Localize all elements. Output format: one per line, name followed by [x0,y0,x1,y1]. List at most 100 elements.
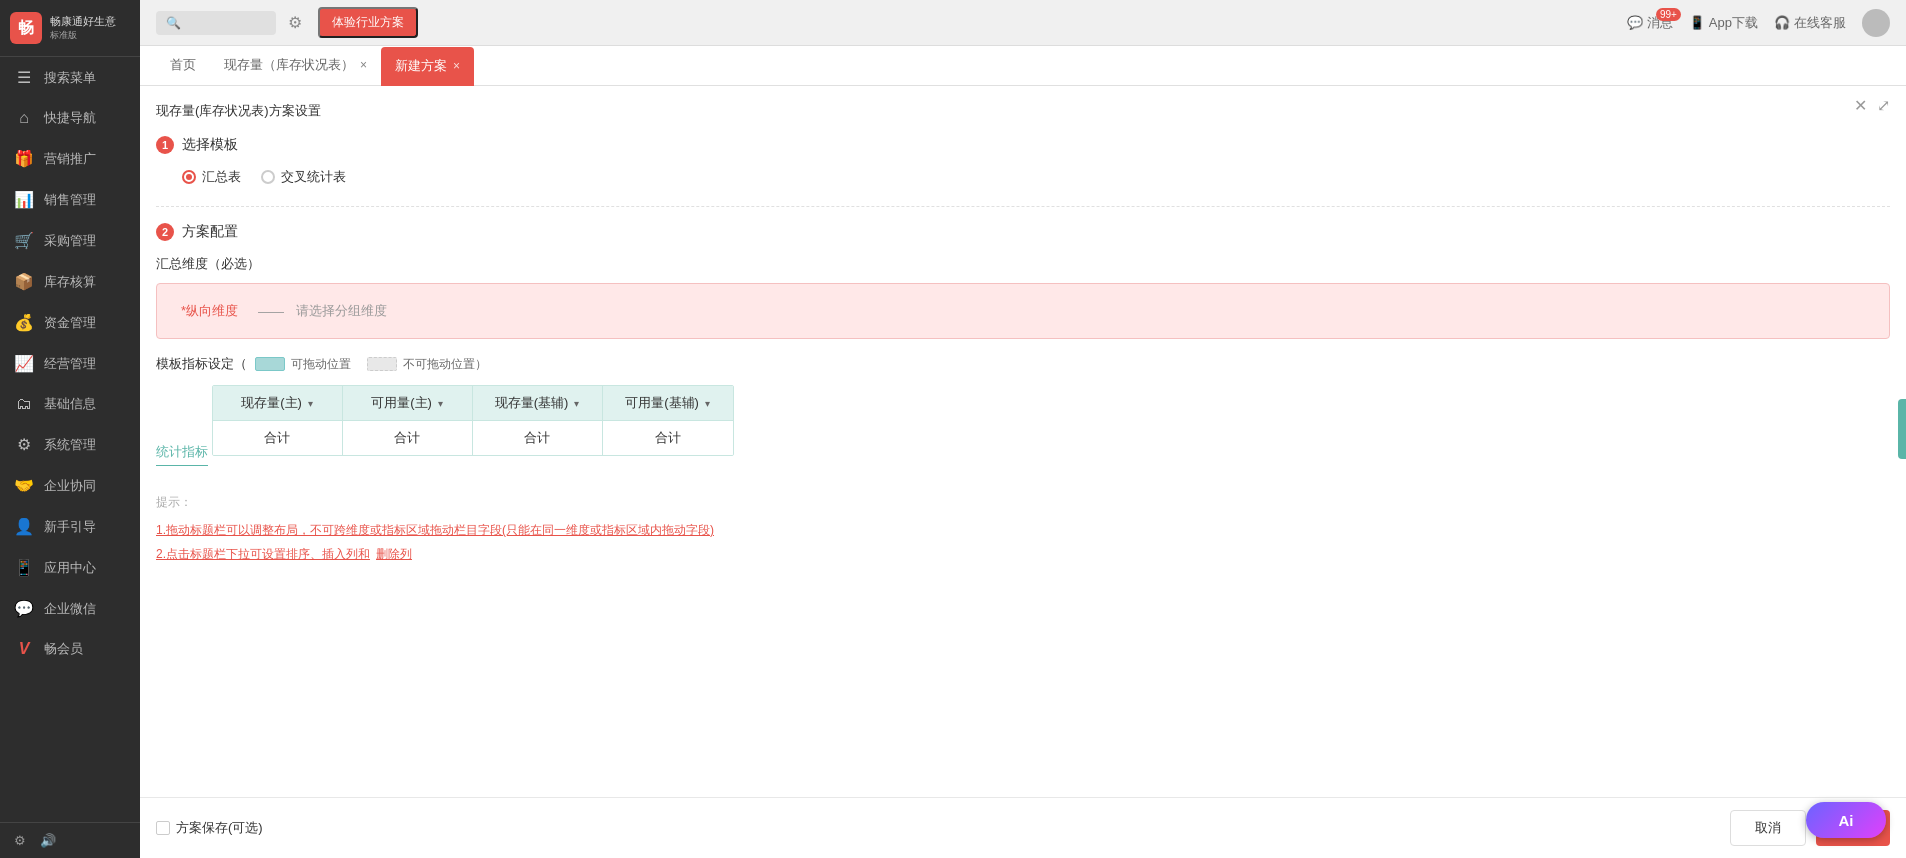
tab-home[interactable]: 首页 [156,46,210,85]
stats-title: 统计指标 [156,443,208,466]
sidebar-item-member[interactable]: V 畅会员 [0,629,140,669]
draggable-box [255,357,285,371]
aggregate-label: 汇总维度（必选） [156,255,1890,273]
stats-data-row: 合计 合计 合计 合计 [213,420,733,455]
col-2-chevron[interactable]: ▾ [574,398,579,409]
app-name: 畅康通好生意 [50,14,116,29]
sidebar-item-label: 畅会员 [44,640,83,658]
sidebar-item-label: 采购管理 [44,232,96,250]
sidebar-item-inventory[interactable]: 📦 库存核算 [0,261,140,302]
sidebar-item-label: 新手引导 [44,518,96,536]
tab-new-plan-close[interactable]: × [453,59,460,73]
user-avatar[interactable] [1862,9,1890,37]
sidebar-item-weixin[interactable]: 💬 企业微信 [0,588,140,629]
sidebar: 畅 畅康通好生意 标准版 ☰ 搜索菜单 ⌂ 快捷导航 🎁 营销推广 📊 销售管理… [0,0,140,858]
home-icon: ⌂ [14,109,34,127]
download-icon: 📱 [1689,15,1705,30]
message-icon: 💬 [1627,15,1643,30]
headset-icon: 🎧 [1774,15,1790,30]
legend-draggable: 可拖动位置 [255,356,351,373]
sidebar-item-search[interactable]: ☰ 搜索菜单 [0,57,140,98]
close-panel-icon[interactable]: ✕ [1854,96,1867,115]
section-divider-1 [156,206,1890,207]
chart-icon: 📊 [14,190,34,209]
tips-item-2: 2.点击标题栏下拉可设置排序、插入列和删除列 [156,542,1890,566]
volume-icon[interactable]: 🔊 [40,833,56,848]
col-1-chevron[interactable]: ▾ [438,398,443,409]
settings-icon[interactable]: ⚙ [14,833,26,848]
tab-new-plan-label: 新建方案 [395,57,447,75]
search-menu-icon: ☰ [14,68,34,87]
sidebar-item-label: 基础信息 [44,395,96,413]
delete-col-link[interactable]: 删除列 [376,542,412,566]
sidebar-item-basics[interactable]: 🗂 基础信息 [0,384,140,424]
section1-title: 选择模板 [182,136,238,154]
handshake-icon: 🤝 [14,476,34,495]
radio-crosstab[interactable]: 交叉统计表 [261,168,346,186]
sidebar-item-newuser[interactable]: 👤 新手引导 [0,506,140,547]
gift-icon: 🎁 [14,149,34,168]
template-indicators: 模板指标设定（ 可拖动位置 不可拖动位置） [156,355,1890,373]
dimension-box[interactable]: *纵向维度 —— 请选择分组维度 [156,283,1890,339]
sidebar-item-quicknav[interactable]: ⌂ 快捷导航 [0,98,140,138]
vertical-dim-label: *纵向维度 [181,302,238,320]
search-bar[interactable]: 🔍 [156,11,276,35]
topbar-gear-icon[interactable]: ⚙ [288,13,302,32]
app-download-link[interactable]: 📱 App下载 [1689,14,1758,32]
topbar-right: 💬 消息 99+ 📱 App下载 🎧 在线客服 [1627,9,1890,37]
sidebar-item-label: 经营管理 [44,355,96,373]
sidebar-item-label: 应用中心 [44,559,96,577]
sidebar-item-enterprise[interactable]: 🤝 企业协同 [0,465,140,506]
stats-table: 现存量(主) ▾ 可用量(主) ▾ 现存量(基辅) ▾ [212,385,734,456]
footer: 方案保存(可选) 取消 查询 [140,797,1906,858]
ai-button[interactable]: Ai [1806,802,1886,838]
tips-item-1: 1.拖动标题栏可以调整布局，不可跨维度或指标区域拖动栏目字段(只能在同一维度或指… [156,518,1890,542]
chat-icon: 💬 [14,599,34,618]
tab-home-label: 首页 [170,56,196,74]
sidebar-item-finance[interactable]: 💰 资金管理 [0,302,140,343]
sidebar-scroll: ☰ 搜索菜单 ⌂ 快捷导航 🎁 营销推广 📊 销售管理 🛒 采购管理 📦 库存核… [0,57,140,822]
tab-bar: 首页 现存量（库存状况表） × 新建方案 × [140,46,1906,86]
col-header-1: 可用量(主) ▾ [343,386,473,420]
tips-title: 提示： [156,490,1890,514]
tab-inventory-close[interactable]: × [360,58,367,72]
tab-new-plan[interactable]: 新建方案 × [381,47,474,86]
sidebar-item-marketing[interactable]: 🎁 营销推广 [0,138,140,179]
cancel-button[interactable]: 取消 [1730,810,1806,846]
data-cell-3: 合计 [603,421,733,455]
tab-inventory[interactable]: 现存量（库存状况表） × [210,46,381,85]
content-area: ✕ ⤢ 现存量(库存状况表)方案设置 1 选择模板 汇总表 交叉统计表 [140,86,1906,797]
sidebar-item-purchase[interactable]: 🛒 采购管理 [0,220,140,261]
stats-section: 统计指标 现存量(主) ▾ 可用量(主) ▾ [156,385,1890,474]
message-button[interactable]: 💬 消息 99+ [1627,14,1673,32]
sidebar-item-label: 销售管理 [44,191,96,209]
app-edition: 标准版 [50,29,116,42]
experience-button[interactable]: 体验行业方案 [318,7,418,38]
dimension-placeholder: 请选择分组维度 [296,302,387,320]
save-checkbox[interactable]: 方案保存(可选) [156,819,263,837]
logo-icon: 畅 [10,12,42,44]
expand-panel-icon[interactable]: ⤢ [1877,96,1890,115]
sidebar-item-label: 快捷导航 [44,109,96,127]
section-config: 2 方案配置 汇总维度（必选） *纵向维度 —— 请选择分组维度 模板指标设定（ [156,223,1890,566]
radio-summary-table[interactable]: 汇总表 [182,168,241,186]
section2-header: 2 方案配置 [156,223,1890,241]
dimension-dash: —— [258,304,284,319]
sidebar-item-appcenter[interactable]: 📱 应用中心 [0,547,140,588]
online-service-link[interactable]: 🎧 在线客服 [1774,14,1846,32]
col-0-chevron[interactable]: ▾ [308,398,313,409]
topbar: 🔍 ⚙ 体验行业方案 💬 消息 99+ 📱 App下载 🎧 在线客服 [140,0,1906,46]
sidebar-item-operations[interactable]: 📈 经营管理 [0,343,140,384]
col-3-chevron[interactable]: ▾ [705,398,710,409]
sidebar-item-label: 资金管理 [44,314,96,332]
section2-num: 2 [156,223,174,241]
col-header-3: 可用量(基辅) ▾ [603,386,733,420]
radio-summary-label: 汇总表 [202,168,241,186]
sidebar-item-label: 搜索菜单 [44,69,96,87]
data-cell-1: 合计 [343,421,473,455]
message-badge: 99+ [1656,8,1681,21]
section-template: 1 选择模板 汇总表 交叉统计表 [156,136,1890,186]
sidebar-item-system[interactable]: ⚙ 系统管理 [0,424,140,465]
sidebar-item-sales[interactable]: 📊 销售管理 [0,179,140,220]
mobile-icon: 📱 [14,558,34,577]
